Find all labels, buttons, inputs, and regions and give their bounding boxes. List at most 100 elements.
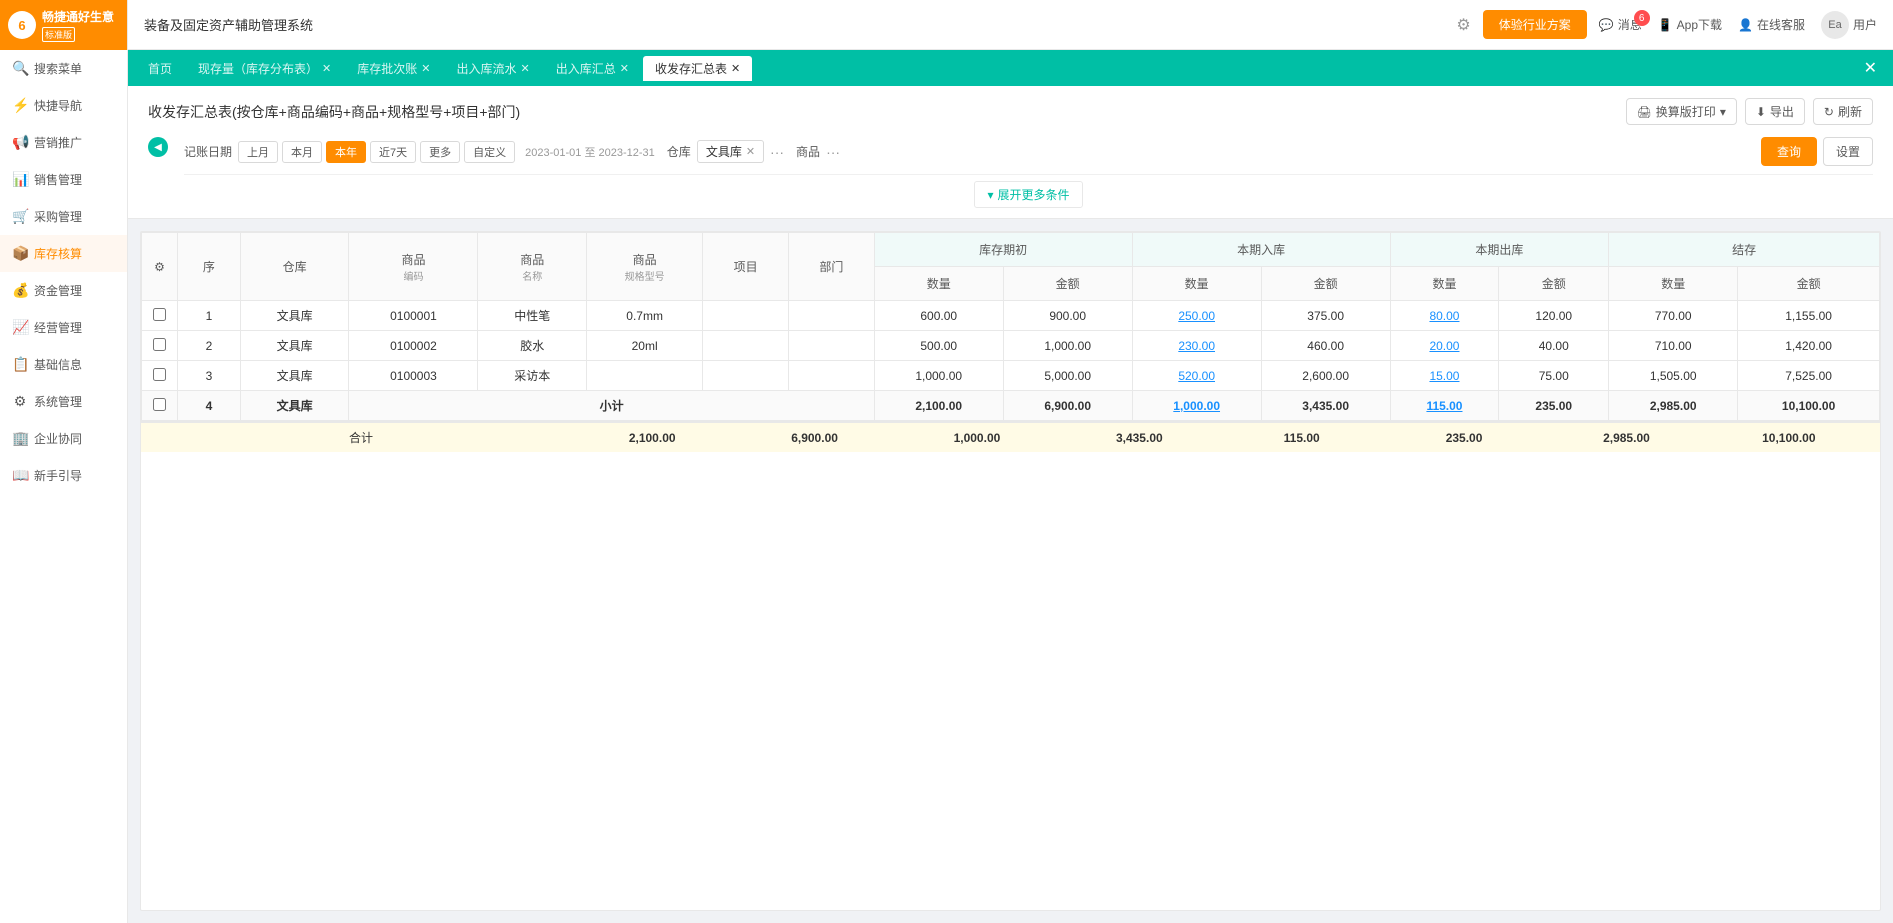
sidebar-item-finance[interactable]: 💰 资金管理	[0, 272, 127, 309]
tab-close-3[interactable]: ✕	[521, 62, 530, 75]
user-item[interactable]: Ea 用户	[1821, 11, 1877, 39]
sidebar-label-purchase: 采购管理	[34, 208, 82, 225]
topbar: 装备及固定资产辅助管理系统 ⚙ 体验行业方案 💬 消息 6 📱 App下载 👤 …	[128, 0, 1893, 50]
row-product-code-0: 0100001	[349, 301, 478, 331]
sidebar-item-guide[interactable]: 📖新手引导	[0, 457, 127, 494]
date-btn-自定义[interactable]: 自定义	[464, 141, 515, 163]
expand-button[interactable]: ▾ 展开更多条件	[974, 181, 1082, 208]
tab-label-4: 出入库汇总	[556, 60, 616, 77]
print-button[interactable]: 🖨 换算版打印 ▾	[1626, 98, 1737, 125]
row-in-qty-1[interactable]: 230.00	[1132, 331, 1261, 361]
col-department: 部门	[788, 233, 874, 301]
export-button[interactable]: ⬇ 导出	[1745, 98, 1805, 125]
sidebar-item-basic[interactable]: 📋基础信息	[0, 346, 127, 383]
online-service-item[interactable]: 👤 在线客服	[1738, 16, 1805, 33]
row-balance-qty-2: 1,505.00	[1609, 361, 1738, 391]
row-out-qty-0[interactable]: 80.00	[1390, 301, 1499, 331]
tab-5[interactable]: 收发存汇总表✕	[643, 56, 752, 81]
marketing-icon: 📢	[12, 134, 28, 151]
row-out-qty-1[interactable]: 20.00	[1390, 331, 1499, 361]
sidebar-item-purchase[interactable]: 🛒采购管理	[0, 198, 127, 235]
col-group-balance: 结存	[1609, 233, 1880, 267]
row-product-code-2: 0100003	[349, 361, 478, 391]
col-out-qty: 数量	[1390, 267, 1499, 301]
sidebar-item-enterprise[interactable]: 🏢企业协同	[0, 420, 127, 457]
row-product-spec-2	[587, 361, 703, 391]
tab-close-1[interactable]: ✕	[322, 62, 331, 75]
footer-opening-amt: 6,900.00	[733, 431, 895, 445]
row-opening-qty-0: 600.00	[874, 301, 1003, 331]
settings-button[interactable]: 设置	[1823, 137, 1873, 166]
operations-icon: 📈	[12, 319, 28, 336]
date-btn-近7天[interactable]: 近7天	[370, 141, 416, 163]
col-balance-amt: 金额	[1738, 267, 1880, 301]
row-out-qty-2[interactable]: 15.00	[1390, 361, 1499, 391]
date-btn-上月[interactable]: 上月	[238, 141, 278, 163]
row-in-amt-2: 2,600.00	[1261, 361, 1390, 391]
col-settings[interactable]: ⚙	[142, 233, 178, 301]
row-warehouse-1: 文具库	[240, 331, 349, 361]
tab-close-2[interactable]: ✕	[421, 62, 430, 75]
row-out-amt-1: 40.00	[1499, 331, 1609, 361]
collapse-button[interactable]: ◀	[148, 137, 168, 157]
user-label: 用户	[1853, 16, 1877, 33]
app-download-item[interactable]: 📱 App下载	[1658, 16, 1722, 33]
col-no: 序	[178, 233, 241, 301]
refresh-button[interactable]: ↻ 刷新	[1813, 98, 1873, 125]
sidebar-item-search[interactable]: 🔍搜索菜单	[0, 50, 127, 87]
row-project-2	[703, 361, 789, 391]
date-btn-本年[interactable]: 本年	[326, 141, 366, 163]
footer-in-amt: 3,435.00	[1058, 431, 1220, 445]
row-out-amt-2: 75.00	[1499, 361, 1609, 391]
row-in-amt-1: 460.00	[1261, 331, 1390, 361]
tab-close-5[interactable]: ✕	[731, 62, 740, 75]
footer-label: 合计	[151, 429, 571, 446]
export-icon: ⬇	[1756, 105, 1766, 119]
sidebar-item-quick-nav[interactable]: ⚡快捷导航	[0, 87, 127, 124]
goods-more-icon[interactable]: ···	[826, 144, 840, 160]
tab-4[interactable]: 出入库汇总 ✕	[544, 56, 641, 81]
row-checkbox-0[interactable]	[142, 301, 178, 331]
finance-icon: 💰	[12, 282, 28, 299]
row-in-qty-2[interactable]: 520.00	[1132, 361, 1261, 391]
col-group-out: 本期出库	[1390, 233, 1609, 267]
export-label: 导出	[1770, 103, 1794, 120]
subtotal-in-qty[interactable]: 1,000.00	[1132, 391, 1261, 421]
guide-icon: 📖	[12, 467, 28, 484]
data-table-container: ⚙ 序 仓库 商品编码 商品名称 商品规格型号 项目 部门 库存期初 本期入库 …	[140, 231, 1881, 911]
row-checkbox-2[interactable]	[142, 361, 178, 391]
message-item[interactable]: 💬 消息 6	[1599, 16, 1642, 33]
warehouse-more-icon[interactable]: ···	[770, 144, 784, 160]
row-product-name-2: 采访本	[478, 361, 587, 391]
tab-0[interactable]: 首页	[136, 56, 184, 81]
subtotal-out-qty[interactable]: 115.00	[1390, 391, 1499, 421]
main-content: 装备及固定资产辅助管理系统 ⚙ 体验行业方案 💬 消息 6 📱 App下载 👤 …	[128, 0, 1893, 923]
page-title-actions: 🖨 换算版打印 ▾ ⬇ 导出 ↻ 刷新	[1626, 98, 1873, 125]
user-avatar: Ea	[1821, 11, 1849, 39]
tab-2[interactable]: 库存批次账✕	[345, 56, 442, 81]
sidebar-item-system[interactable]: ⚙系统管理	[0, 383, 127, 420]
sidebar-item-marketing[interactable]: 📢营销推广	[0, 124, 127, 161]
trial-button[interactable]: 体验行业方案	[1483, 10, 1587, 39]
row-checkbox-1[interactable]	[142, 331, 178, 361]
row-in-qty-0[interactable]: 250.00	[1132, 301, 1261, 331]
sidebar-item-sales[interactable]: 📊销售管理	[0, 161, 127, 198]
print-label: 换算版打印	[1656, 103, 1716, 120]
col-group-in: 本期入库	[1132, 233, 1390, 267]
close-all-tabs-icon[interactable]: ✕	[1856, 58, 1885, 78]
tab-1[interactable]: 现存量（库存分布表）✕	[186, 56, 343, 81]
search-button[interactable]: 查询	[1761, 137, 1817, 166]
subtotal-in-amt: 3,435.00	[1261, 391, 1390, 421]
warehouse-tag: 文具库 ✕	[697, 140, 764, 163]
sidebar-item-operations[interactable]: 📈经营管理	[0, 309, 127, 346]
tab-close-4[interactable]: ✕	[620, 62, 629, 75]
sidebar-item-inventory[interactable]: 📦库存核算	[0, 235, 127, 272]
warehouse-tag-close-icon[interactable]: ✕	[746, 145, 755, 158]
date-btn-更多[interactable]: 更多	[420, 141, 460, 163]
tab-3[interactable]: 出入库流水✕	[444, 56, 541, 81]
date-btn-本月[interactable]: 本月	[282, 141, 322, 163]
row-product-name-0: 中性笔	[478, 301, 587, 331]
topbar-settings-icon[interactable]: ⚙	[1456, 15, 1470, 35]
sidebar-label-finance: 资金管理	[34, 282, 82, 299]
subtotal-checkbox[interactable]	[142, 391, 178, 421]
